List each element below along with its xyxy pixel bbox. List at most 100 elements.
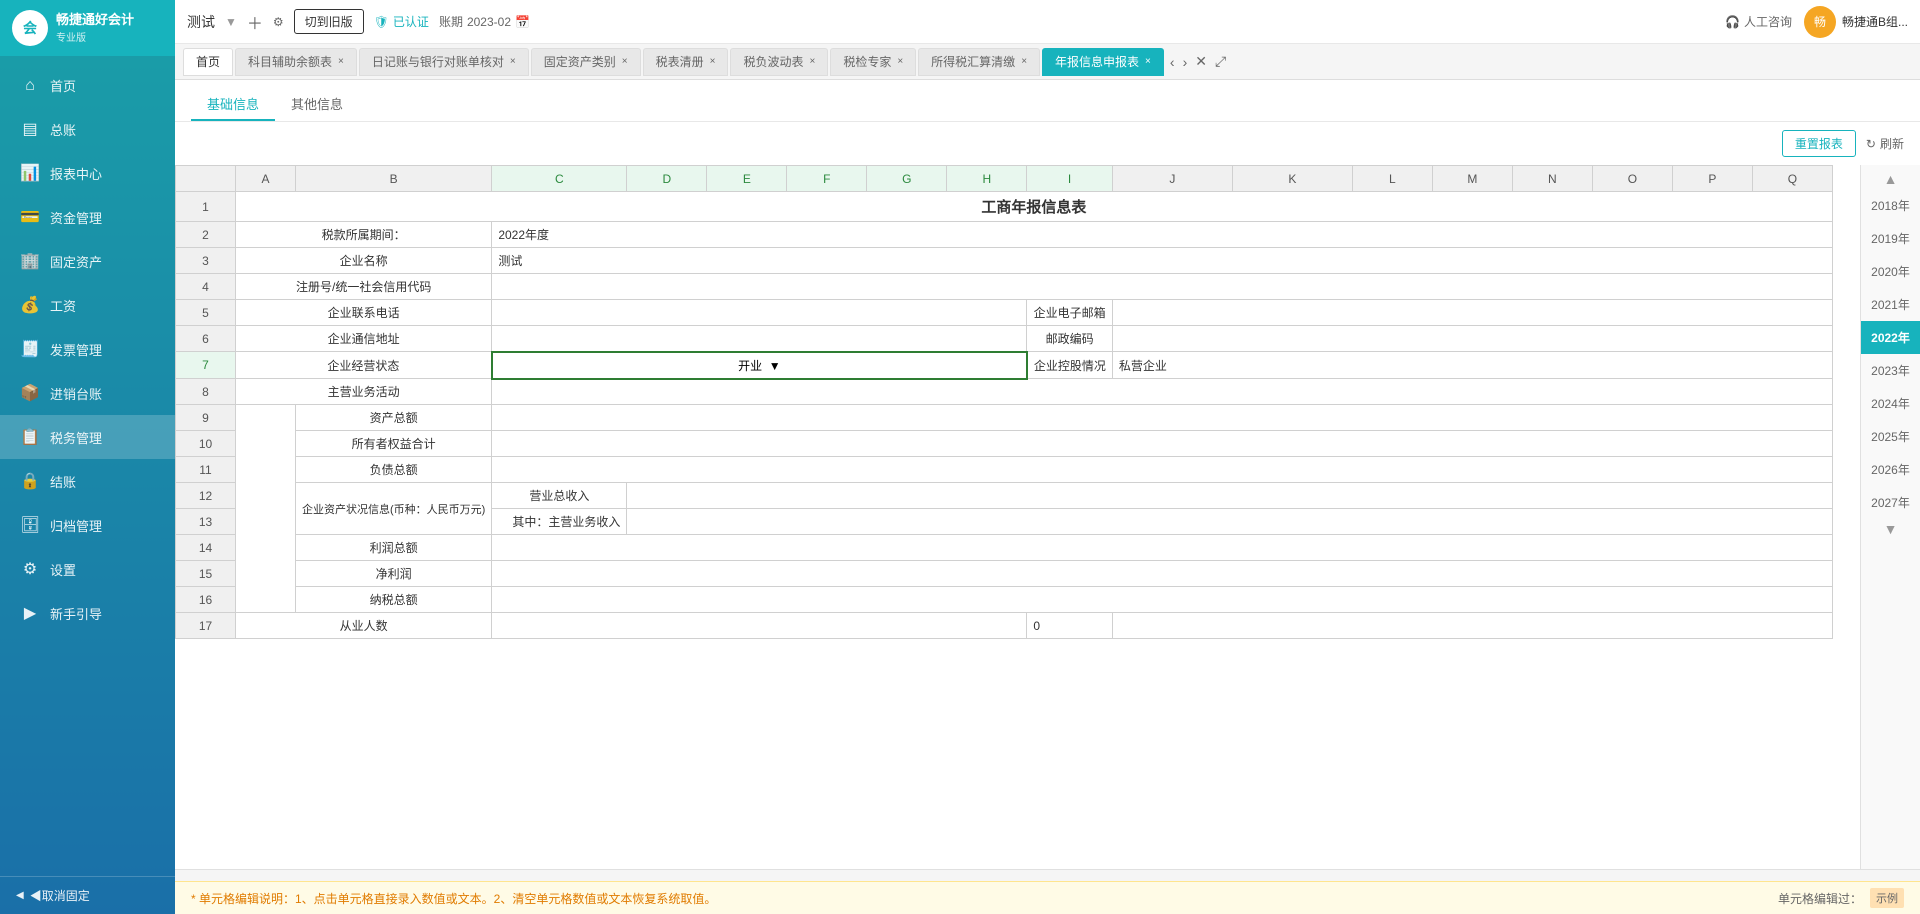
cell-tax-value[interactable] <box>492 587 1833 613</box>
cell-assets-value[interactable] <box>492 405 1833 431</box>
cell-postcode-value[interactable] <box>1112 326 1832 352</box>
sidebar-item-invoice[interactable]: 🧾 发票管理 <box>0 327 175 371</box>
cell-regno-value[interactable] <box>492 274 1833 300</box>
tab-aux-balance[interactable]: 科目辅助余额表 × <box>235 48 357 76</box>
settings-gear-icon[interactable]: ⚙ <box>273 15 284 29</box>
tab-fixed-assets-type[interactable]: 固定资产类别 × <box>531 48 641 76</box>
close-icon[interactable]: × <box>338 56 344 67</box>
subtab-basic[interactable]: 基础信息 <box>191 88 275 121</box>
sidebar-item-payroll[interactable]: 💰 工资 <box>0 283 175 327</box>
service-button[interactable]: 🎧 人工咨询 <box>1725 13 1792 30</box>
cell-employees-value[interactable] <box>492 613 1027 639</box>
close-icon[interactable]: × <box>510 56 516 67</box>
cell-employees-right[interactable] <box>1112 613 1832 639</box>
switch-version-button[interactable]: 切到旧版 <box>294 9 364 34</box>
reset-report-button[interactable]: 重置报表 <box>1782 130 1856 157</box>
tab-home[interactable]: 首页 <box>183 48 233 76</box>
sidebar-item-cash[interactable]: 💳 资金管理 <box>0 195 175 239</box>
sidebar-item-closing[interactable]: 🔒 结账 <box>0 459 175 503</box>
cell-main-revenue-value[interactable] <box>627 509 1833 535</box>
year-item-2025[interactable]: 2025年 <box>1861 420 1920 453</box>
col-header-n[interactable]: N <box>1512 166 1592 192</box>
sidebar-item-inventory[interactable]: 📦 进销台账 <box>0 371 175 415</box>
horizontal-scrollbar[interactable] <box>175 869 1920 881</box>
user-menu[interactable]: 畅 畅捷通B组... <box>1804 6 1908 38</box>
col-header-j[interactable]: J <box>1112 166 1232 192</box>
year-item-2019[interactable]: 2019年 <box>1861 222 1920 255</box>
col-header-o[interactable]: O <box>1592 166 1672 192</box>
add-btn[interactable]: ＋ <box>247 10 263 34</box>
subtab-other[interactable]: 其他信息 <box>275 88 359 121</box>
cell-bizact-value[interactable] <box>492 379 1833 405</box>
tab-annual-report[interactable]: 年报信息申报表 × <box>1042 48 1164 76</box>
cell-revenue-value[interactable] <box>627 483 1833 509</box>
sidebar-item-ledger[interactable]: ▤ 总账 <box>0 107 175 151</box>
tab-tax-fluctuation[interactable]: 税负波动表 × <box>730 48 828 76</box>
cell-profit-value[interactable] <box>492 535 1833 561</box>
sidebar-item-guide[interactable]: ▶ 新手引导 <box>0 591 175 635</box>
col-header-c[interactable]: C <box>492 166 627 192</box>
col-header-d[interactable]: D <box>627 166 707 192</box>
dropdown-arrow[interactable]: ▼ <box>225 15 237 29</box>
cell-status-dropdown[interactable]: 开业 ▼ <box>492 352 1027 379</box>
close-icon[interactable]: × <box>809 56 815 67</box>
tab-tax-inspector[interactable]: 税检专家 × <box>830 48 916 76</box>
col-header-g[interactable]: G <box>867 166 947 192</box>
year-item-2022[interactable]: 2022年 <box>1861 321 1920 354</box>
year-item-2021[interactable]: 2021年 <box>1861 288 1920 321</box>
year-item-2023[interactable]: 2023年 <box>1861 354 1920 387</box>
year-down-btn[interactable]: ▼ <box>1871 519 1911 539</box>
year-item-2026[interactable]: 2026年 <box>1861 453 1920 486</box>
expand-icon[interactable]: ⤢ <box>1211 53 1230 70</box>
col-header-q[interactable]: Q <box>1752 166 1832 192</box>
tab-income-tax[interactable]: 所得税汇算清缴 × <box>918 48 1040 76</box>
refresh-button[interactable]: ↻ 刷新 <box>1866 135 1904 152</box>
cell-assets-label: 资产总额 <box>296 405 492 431</box>
year-item-2020[interactable]: 2020年 <box>1861 255 1920 288</box>
cell-equity-total-value[interactable] <box>492 431 1833 457</box>
tab-next-btn[interactable]: › <box>1179 54 1192 70</box>
tab-journal[interactable]: 日记账与银行对账单核对 × <box>359 48 529 76</box>
sidebar-item-archive[interactable]: 🗄 归档管理 <box>0 503 175 547</box>
cell-equity-value[interactable]: 私营企业 <box>1112 352 1832 379</box>
close-all-tabs-btn[interactable]: ✕ <box>1191 53 1211 70</box>
tab-prev-btn[interactable]: ‹ <box>1166 54 1179 70</box>
col-header-m[interactable]: M <box>1432 166 1512 192</box>
cell-address-value[interactable] <box>492 326 1027 352</box>
year-item-2024[interactable]: 2024年 <box>1861 387 1920 420</box>
col-header-p[interactable]: P <box>1672 166 1752 192</box>
calendar-icon[interactable]: 📅 <box>515 15 530 29</box>
col-header-f[interactable]: F <box>787 166 867 192</box>
col-header-k[interactable]: K <box>1232 166 1352 192</box>
col-header-i[interactable]: I <box>1027 166 1113 192</box>
close-icon[interactable]: × <box>897 56 903 67</box>
close-icon[interactable]: × <box>710 56 716 67</box>
spreadsheet-main[interactable]: A B C D E F G H I J K L M <box>175 165 1860 869</box>
cell-phone-value[interactable] <box>492 300 1027 326</box>
year-item-2027[interactable]: 2027年 <box>1861 486 1920 519</box>
year-item-2018[interactable]: 2018年 <box>1861 189 1920 222</box>
row-num-16: 16 <box>176 587 236 613</box>
close-icon[interactable]: × <box>622 56 628 67</box>
close-icon[interactable]: × <box>1021 56 1027 67</box>
row-num-11: 11 <box>176 457 236 483</box>
cell-period-value[interactable]: 2022年度 <box>492 222 1833 248</box>
sidebar-item-settings[interactable]: ⚙ 设置 <box>0 547 175 591</box>
sidebar-item-home[interactable]: ⌂ 首页 <box>0 64 175 107</box>
cell-email-value[interactable] <box>1112 300 1832 326</box>
tab-tax-form[interactable]: 税表清册 × <box>643 48 729 76</box>
cell-netprofit-value[interactable] <box>492 561 1833 587</box>
sidebar-item-assets[interactable]: 🏢 固定资产 <box>0 239 175 283</box>
col-header-b[interactable]: B <box>296 166 492 192</box>
sidebar-collapse-btn[interactable]: ◀ ◀取消固定 <box>0 876 175 914</box>
col-header-h[interactable]: H <box>947 166 1027 192</box>
year-up-btn[interactable]: ▲ <box>1871 169 1911 189</box>
col-header-a[interactable]: A <box>236 166 296 192</box>
col-header-e[interactable]: E <box>707 166 787 192</box>
cell-company-value[interactable]: 测试 <box>492 248 1833 274</box>
close-icon[interactable]: × <box>1145 56 1151 67</box>
cell-liabilities-value[interactable] <box>492 457 1833 483</box>
sidebar-item-reports[interactable]: 📊 报表中心 <box>0 151 175 195</box>
col-header-l[interactable]: L <box>1352 166 1432 192</box>
sidebar-item-tax[interactable]: 📋 税务管理 <box>0 415 175 459</box>
